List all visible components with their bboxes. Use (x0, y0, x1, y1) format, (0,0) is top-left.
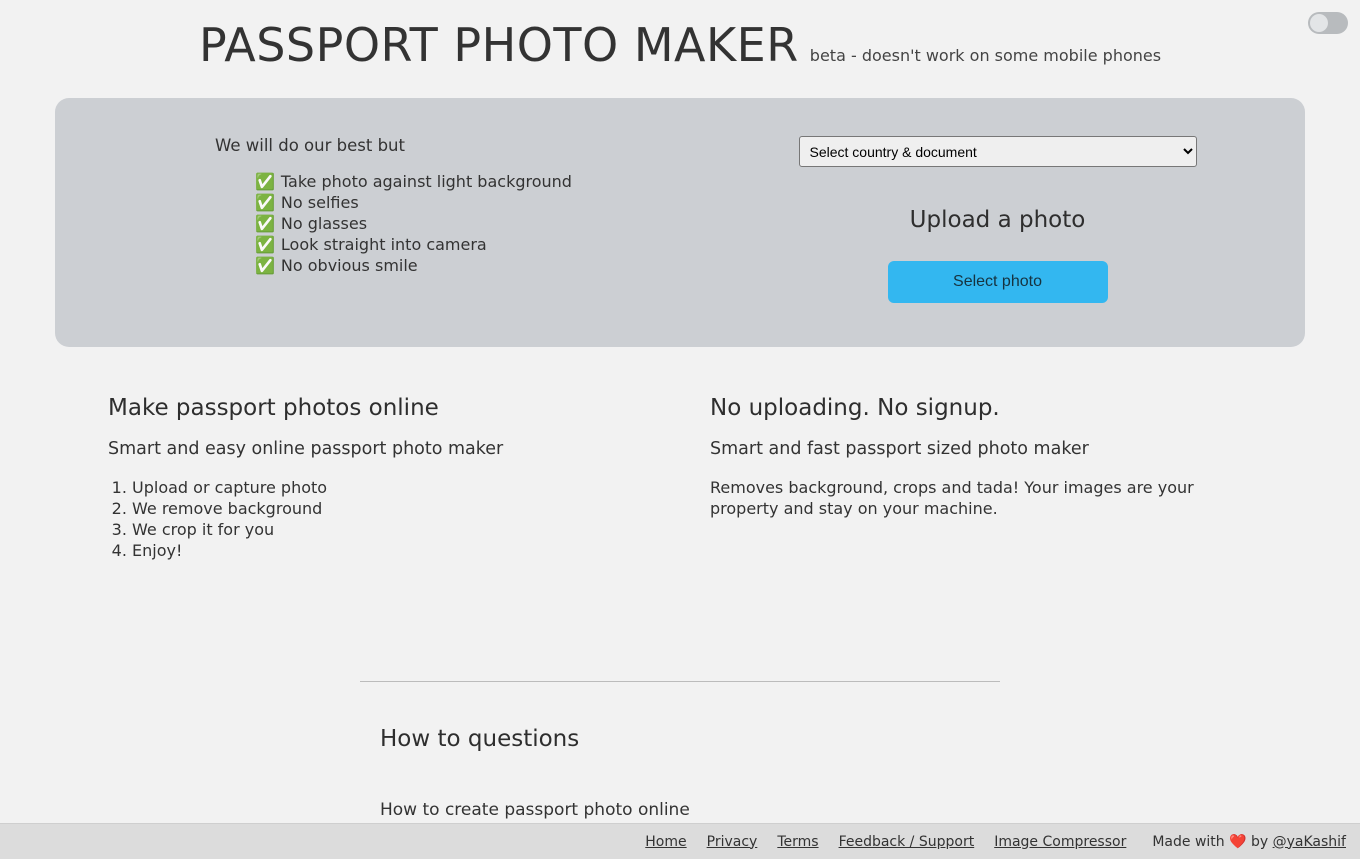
upload-column: Select country & document Upload a photo… (750, 136, 1245, 303)
header: PASSPORT PHOTO MAKER beta - doesn't work… (0, 0, 1360, 80)
check-icon: ✅ (255, 214, 275, 233)
check-icon: ✅ (255, 235, 275, 254)
select-photo-button[interactable]: Select photo (888, 261, 1108, 303)
info-right-column: No uploading. No signup. Smart and fast … (710, 395, 1252, 561)
step-item: We crop it for you (132, 519, 650, 540)
check-icon: ✅ (255, 193, 275, 212)
instruction-item: ✅ No obvious smile (255, 255, 710, 276)
heart-icon: ❤️ (1229, 834, 1246, 850)
step-item: We remove background (132, 498, 650, 519)
info-right-subheading: Smart and fast passport sized photo make… (710, 439, 1252, 459)
info-right-paragraph: Removes background, crops and tada! Your… (710, 477, 1200, 519)
instruction-text: No obvious smile (281, 256, 418, 275)
instruction-text: Look straight into camera (281, 235, 487, 254)
info-left-subheading: Smart and easy online passport photo mak… (108, 439, 650, 459)
footer-link-privacy[interactable]: Privacy (707, 834, 758, 850)
footer-link-image-compressor[interactable]: Image Compressor (994, 834, 1126, 850)
faq-section: How to questions How to create passport … (380, 726, 980, 820)
page-subtitle: beta - doesn't work on some mobile phone… (810, 46, 1161, 65)
instruction-text: No glasses (281, 214, 367, 233)
toggle-knob (1310, 14, 1328, 32)
info-left-column: Make passport photos online Smart and ea… (108, 395, 650, 561)
country-document-select[interactable]: Select country & document (799, 136, 1197, 167)
instructions-lead: We will do our best but (215, 136, 710, 155)
check-icon: ✅ (255, 256, 275, 275)
footer: Home Privacy Terms Feedback / Support Im… (0, 823, 1360, 859)
page-title: PASSPORT PHOTO MAKER (199, 18, 799, 72)
upload-heading: Upload a photo (910, 207, 1086, 233)
made-by: by (1247, 834, 1273, 850)
check-icon: ✅ (255, 172, 275, 191)
instruction-item: ✅ Take photo against light background (255, 171, 710, 192)
instructions-column: We will do our best but ✅ Take photo agai… (115, 136, 710, 303)
info-left-heading: Make passport photos online (108, 395, 650, 421)
footer-link-feedback[interactable]: Feedback / Support (839, 834, 975, 850)
instruction-text: Take photo against light background (281, 172, 572, 191)
divider (360, 681, 1000, 682)
footer-link-home[interactable]: Home (645, 834, 686, 850)
instructions-list: ✅ Take photo against light background ✅ No… (255, 171, 710, 277)
steps-list: Upload or capture photo We remove backgr… (132, 477, 650, 561)
instruction-item: ✅ No glasses (255, 213, 710, 234)
footer-link-terms[interactable]: Terms (777, 834, 818, 850)
faq-question: How to create passport photo online (380, 800, 980, 820)
footer-author-link[interactable]: @yaKashif (1273, 834, 1346, 850)
step-item: Upload or capture photo (132, 477, 650, 498)
instruction-item: ✅ No selfies (255, 192, 710, 213)
instruction-item: ✅ Look straight into camera (255, 234, 710, 255)
info-row: Make passport photos online Smart and ea… (108, 395, 1252, 561)
instruction-text: No selfies (281, 193, 359, 212)
info-right-heading: No uploading. No signup. (710, 395, 1252, 421)
step-item: Enjoy! (132, 540, 650, 561)
faq-heading: How to questions (380, 726, 980, 752)
dark-mode-toggle[interactable] (1308, 12, 1348, 34)
made-prefix: Made with (1152, 834, 1229, 850)
footer-made: Made with ❤️ by @yaKashif (1152, 834, 1346, 850)
hero-panel: We will do our best but ✅ Take photo agai… (55, 98, 1305, 347)
